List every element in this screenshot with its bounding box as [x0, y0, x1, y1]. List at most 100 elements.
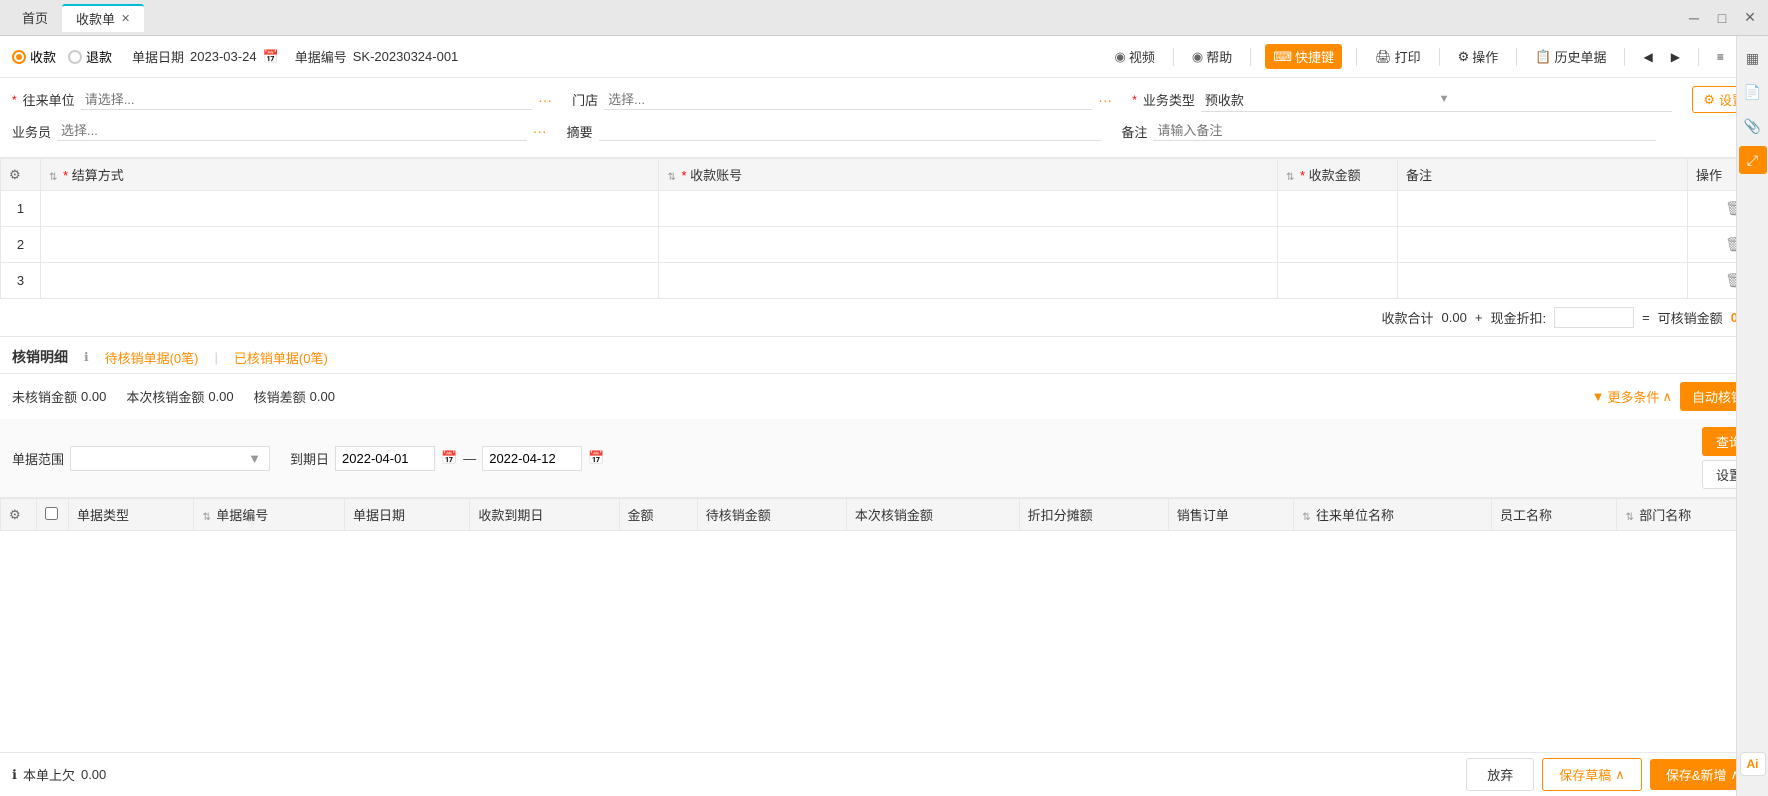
date-from-input[interactable] — [335, 446, 435, 471]
net-label: 可核销金额 — [1658, 308, 1723, 327]
help-label: 帮助 — [1206, 47, 1232, 66]
doc-type-radio-group: 收款 退款 — [12, 47, 112, 66]
range-arrow-icon: ▼ — [248, 451, 261, 466]
done-tab[interactable]: 已核销单据(0笔) — [234, 348, 328, 367]
ai-badge[interactable]: Ai — [1740, 752, 1766, 776]
operation-btn[interactable]: ⚙ 操作 — [1454, 45, 1503, 68]
sidebar-doc-icon[interactable]: 📄 — [1739, 78, 1767, 106]
tab-divider: | — [215, 350, 218, 365]
more-conditions-btn[interactable]: ▼ 更多条件 ∧ — [1592, 387, 1672, 406]
nav-next-btn[interactable]: ▶ — [1667, 48, 1684, 66]
nav-prev-btn[interactable]: ◀ — [1639, 48, 1656, 66]
writeoff-info-icon[interactable]: ℹ — [84, 350, 89, 364]
writeoff-section: 核销明细 ℹ 待核销单据(0笔) | 已核销单据(0笔) 未核销金额 0.00 … — [0, 337, 1768, 752]
cal-from-icon[interactable]: 📅 — [441, 450, 457, 466]
print-btn[interactable]: 🖨 打印 — [1371, 45, 1425, 68]
row-acc-1[interactable] — [659, 191, 1277, 227]
divider5 — [1516, 48, 1517, 66]
view-list-btn[interactable]: ≡ — [1713, 48, 1728, 66]
business-type-arrow-icon: ▼ — [1439, 93, 1669, 105]
store-input[interactable] — [604, 90, 1092, 110]
gear-icon: ⚙ — [1703, 92, 1715, 108]
btcol-pending-amount: 待核销金额 — [697, 499, 846, 531]
row-amt-2[interactable] — [1277, 227, 1397, 263]
maximize-btn[interactable]: □ — [1712, 8, 1732, 28]
row-no-2: 2 — [1, 227, 41, 263]
history-icon: 📋 — [1535, 49, 1551, 65]
minimize-btn[interactable]: ─ — [1684, 8, 1704, 28]
sidebar-clip-icon[interactable]: 📎 — [1739, 112, 1767, 140]
right-sidebar: ▦ 📄 📎 ⤢ Ai — [1736, 36, 1768, 796]
table-row: 1 🗑 ⧉ — [1, 191, 1768, 227]
btcol-doc-date: 单据日期 — [344, 499, 469, 531]
table-header-row: ⚙ ⇅ * 结算方式 ⇅ * 收款账号 ⇅ * 收款 — [1, 159, 1768, 191]
bottom-table: ⚙ 单据类型 ⇅ 单据编号 单据日期 — [0, 498, 1768, 531]
row-remark-1[interactable] — [1397, 191, 1687, 227]
sidebar-table-icon[interactable]: ▦ — [1739, 44, 1767, 72]
date-value: 2023-03-24 — [190, 49, 257, 64]
footer-left: ℹ 本单上欠 0.00 — [12, 765, 106, 784]
help-btn[interactable]: ◉ 帮助 — [1188, 45, 1236, 68]
diff-stat: 核销差额 0.00 — [254, 387, 335, 406]
row-amt-1[interactable] — [1277, 191, 1397, 227]
sidebar-expand-icon[interactable]: ⤢ — [1739, 146, 1767, 174]
cal-to-icon[interactable]: 📅 — [588, 450, 604, 466]
operation-icon: ⚙ — [1458, 49, 1470, 65]
tab-receipt-close[interactable]: ✕ — [121, 12, 130, 25]
row-amt-3[interactable] — [1277, 263, 1397, 299]
bottom-table-gear-icon[interactable]: ⚙ — [9, 507, 21, 522]
due-date-field: 到期日 📅 — 📅 — [290, 446, 604, 471]
row-acc-2[interactable] — [659, 227, 1277, 263]
toolbar-right: ◉ 视频 ◉ 帮助 ⌨ 快捷键 🖨 打印 ⚙ 操作 — [1111, 44, 1756, 69]
salesperson-label: 业务员 — [12, 122, 51, 141]
pending-tab[interactable]: 待核销单据(0笔) — [105, 348, 199, 367]
calendar-icon[interactable]: 📅 — [263, 49, 279, 65]
row-pm-3[interactable] — [41, 263, 659, 299]
salesperson-input[interactable] — [57, 121, 527, 141]
business-type-select[interactable]: 预收款 ▼ — [1201, 88, 1672, 112]
discount-input[interactable] — [1554, 307, 1634, 328]
date-to-input[interactable] — [482, 446, 582, 471]
shortcut-btn[interactable]: ⌨ 快捷键 — [1265, 44, 1342, 69]
salesperson-more-icon[interactable]: ··· — [533, 123, 547, 139]
col-account: ⇅ * 收款账号 — [659, 159, 1277, 191]
filter-icon: ▼ — [1592, 389, 1605, 404]
row-remark-3[interactable] — [1397, 263, 1687, 299]
counterpart-more-icon[interactable]: ··· — [538, 92, 552, 108]
remark-input[interactable] — [1153, 121, 1656, 141]
divider4 — [1439, 48, 1440, 66]
radio-receipt[interactable]: 收款 — [12, 47, 56, 66]
video-btn[interactable]: ◉ 视频 — [1111, 45, 1159, 68]
btcol-collection-date: 收款到期日 — [470, 499, 619, 531]
summary-input[interactable] — [599, 121, 1102, 141]
business-type-field: * 业务类型 预收款 ▼ — [1132, 88, 1672, 112]
row-pm-1[interactable] — [41, 191, 659, 227]
counterpart-field: * 往来单位 ··· — [12, 90, 552, 110]
table-settings-icon[interactable]: ⚙ — [9, 167, 21, 182]
draft-button[interactable]: 保存草稿 ∧ — [1542, 758, 1642, 791]
store-more-icon[interactable]: ··· — [1098, 92, 1112, 108]
counterpart-input[interactable] — [81, 90, 532, 110]
history-label: 历史单据 — [1554, 47, 1606, 66]
radio-refund[interactable]: 退款 — [68, 47, 112, 66]
btcol-checkbox — [37, 499, 69, 531]
col-remark: 备注 — [1397, 159, 1687, 191]
tab-home[interactable]: 首页 — [8, 4, 62, 32]
row-acc-3[interactable] — [659, 263, 1277, 299]
doc-number-field: 单据编号 SK-20230324-001 — [295, 47, 459, 66]
carry-over-value: 0.00 — [81, 767, 106, 782]
history-btn[interactable]: 📋 历史单据 — [1531, 45, 1610, 68]
close-btn[interactable]: ✕ — [1740, 8, 1760, 28]
divider1 — [1173, 48, 1174, 66]
select-all-checkbox[interactable] — [45, 507, 58, 520]
tab-bar: 首页 收款单 ✕ ─ □ ✕ — [0, 0, 1768, 36]
btcol-counterpart: ⇅ 往来单位名称 — [1294, 499, 1492, 531]
row-pm-2[interactable] — [41, 227, 659, 263]
range-select[interactable]: ▼ — [70, 446, 270, 471]
discard-button[interactable]: 放弃 — [1466, 758, 1534, 791]
date-dash: — — [463, 451, 476, 466]
receipt-table-area: ⚙ ⇅ * 结算方式 ⇅ * 收款账号 ⇅ * 收款 — [0, 158, 1768, 299]
row-remark-2[interactable] — [1397, 227, 1687, 263]
form-area: * 往来单位 ··· 门店 ··· * 业务类型 预收款 ▼ — [0, 78, 1768, 158]
tab-receipt[interactable]: 收款单 ✕ — [62, 4, 144, 32]
